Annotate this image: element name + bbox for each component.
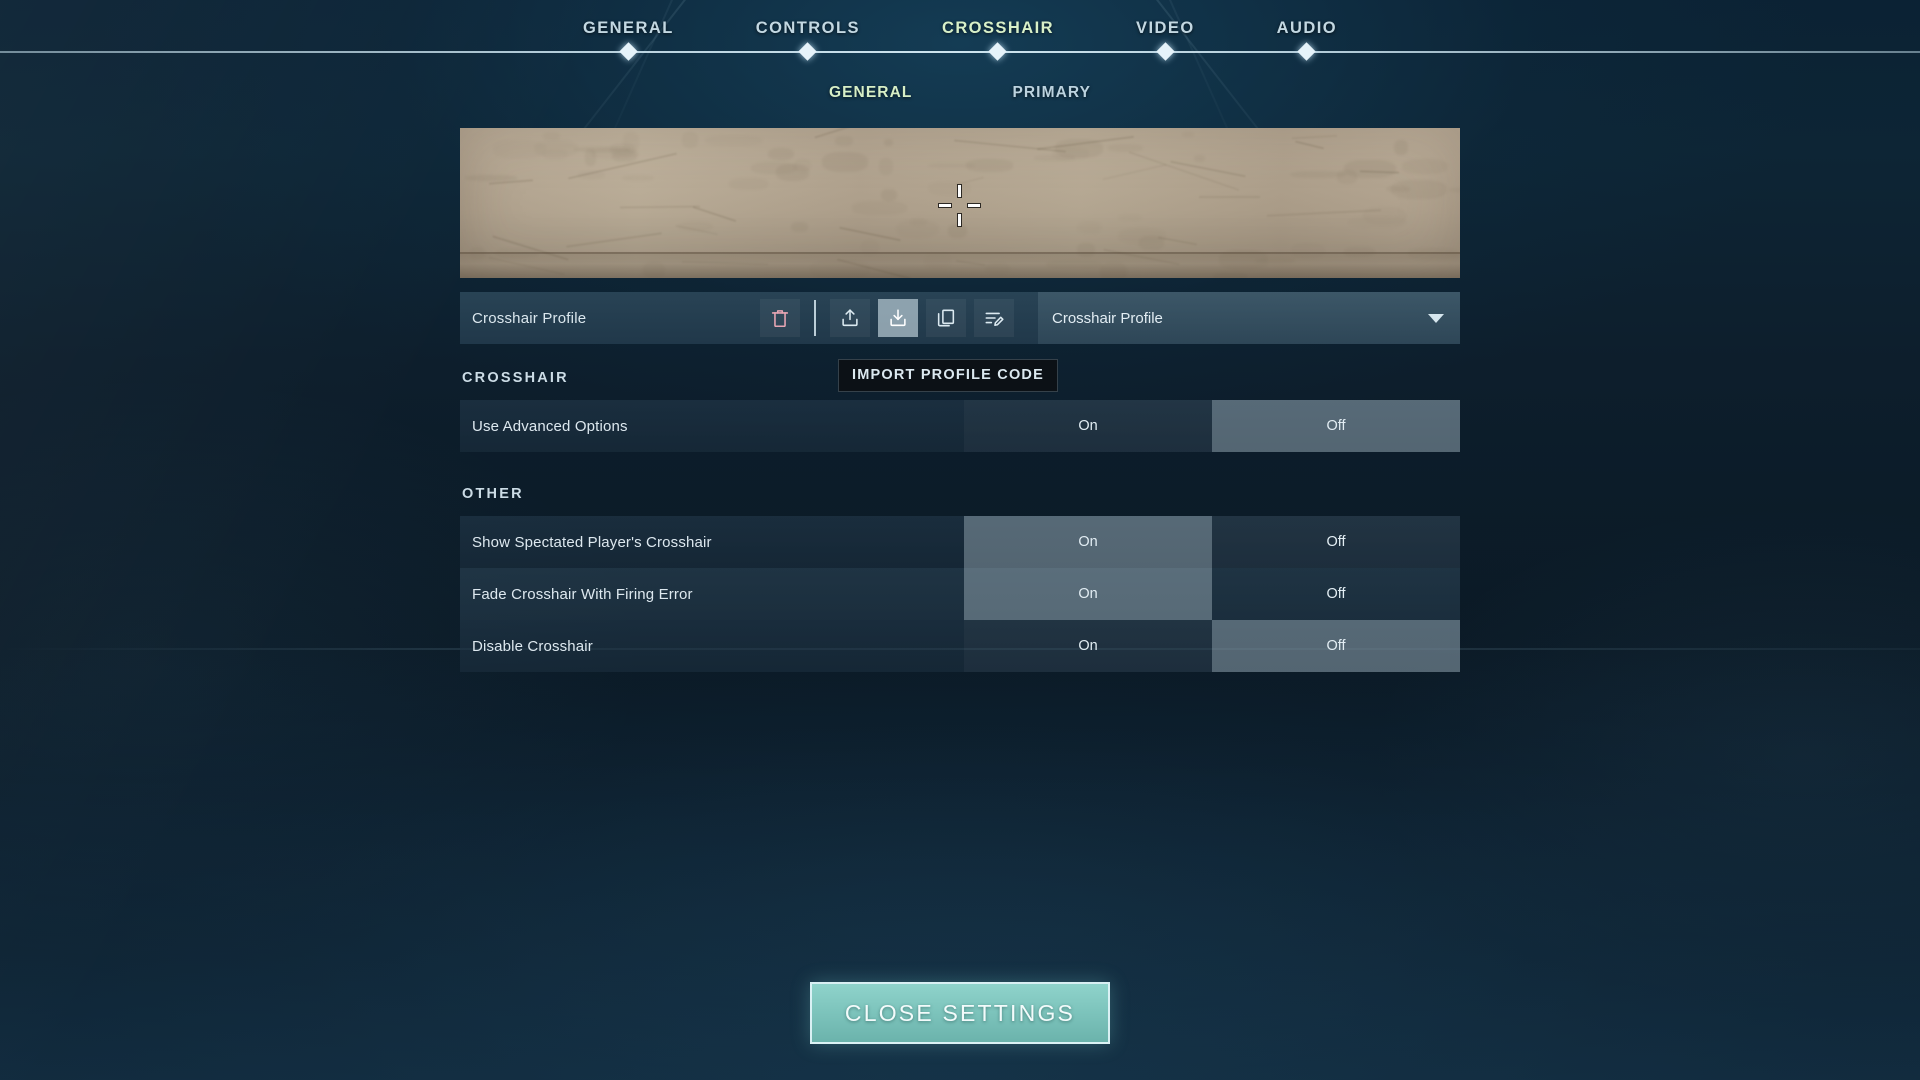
- section-rows-crosshair: Use Advanced Options On Off: [460, 400, 1460, 452]
- sub-tab-primary[interactable]: PRIMARY: [1012, 84, 1091, 102]
- section-title-other: OTHER: [462, 486, 524, 502]
- toggle-option-on[interactable]: On: [964, 620, 1212, 672]
- icon-separator: [814, 300, 816, 336]
- section-rows-other: Show Spectated Player's Crosshair On Off Fa…: [460, 516, 1460, 672]
- edit-list-icon: [985, 312, 1004, 327]
- toggle-option-off[interactable]: Off: [1212, 400, 1460, 452]
- main-tab-audio[interactable]: AUDIO: [1271, 17, 1343, 40]
- profile-bar-label: Crosshair Profile: [472, 309, 587, 327]
- chevron-down-icon: [1428, 313, 1444, 323]
- setting-row-label: Show Spectated Player's Crosshair: [472, 533, 712, 551]
- crosshair-profile-bar: Crosshair Profile Crosshair Profile: [460, 292, 1460, 344]
- close-settings-button[interactable]: CLOSE SETTINGS: [810, 982, 1110, 1044]
- main-tab-general[interactable]: GENERAL: [577, 17, 680, 40]
- setting-row-label: Use Advanced Options: [472, 417, 628, 435]
- toggle-option-on[interactable]: On: [964, 568, 1212, 620]
- main-tab-crosshair[interactable]: CROSSHAIR: [936, 17, 1060, 40]
- settings-screen: GENERAL CONTROLS CROSSHAIR VIDEO AUDIO GENER…: [0, 0, 1920, 1080]
- profile-select-dropdown[interactable]: Crosshair Profile: [1038, 292, 1460, 344]
- setting-row: Use Advanced Options On Off: [460, 400, 1460, 452]
- nav-underline: [0, 51, 1920, 53]
- main-tab-bar: GENERAL CONTROLS CROSSHAIR VIDEO AUDIO: [0, 0, 1920, 56]
- main-tab-video[interactable]: VIDEO: [1130, 17, 1201, 40]
- copy-icon: [937, 309, 955, 327]
- rename-profile-icon[interactable]: [974, 299, 1014, 337]
- duplicate-profile-icon[interactable]: [926, 299, 966, 337]
- settings-sections: CROSSHAIR Use Advanced Options On Off OTHER S…: [460, 370, 1460, 672]
- sub-tab-general[interactable]: GENERAL: [829, 84, 912, 102]
- setting-row-label: Disable Crosshair: [472, 637, 593, 655]
- crosshair-preview: [460, 128, 1460, 278]
- close-settings-label: CLOSE SETTINGS: [844, 999, 1076, 1026]
- toggle-option-on[interactable]: On: [964, 516, 1212, 568]
- trash-icon: [771, 310, 789, 328]
- toggle-option-off[interactable]: Off: [1212, 568, 1460, 620]
- import-profile-code-tooltip: IMPORT PROFILE CODE: [838, 359, 1058, 392]
- profile-select-value: Crosshair Profile: [1052, 309, 1163, 327]
- setting-row: Disable Crosshair On Off: [460, 620, 1460, 672]
- export-profile-icon[interactable]: [830, 299, 870, 337]
- setting-row-label: Fade Crosshair With Firing Error: [472, 585, 693, 603]
- delete-profile-icon[interactable]: [760, 299, 800, 337]
- sub-tab-bar: GENERAL PRIMARY: [0, 76, 1920, 110]
- main-tab-controls[interactable]: CONTROLS: [750, 17, 866, 40]
- setting-row: Fade Crosshair With Firing Error On Off: [460, 568, 1460, 620]
- toggle-option-on[interactable]: On: [964, 400, 1212, 452]
- upload-icon: [842, 309, 858, 327]
- settings-content: Crosshair Profile Crosshair Profile CROS…: [460, 128, 1460, 672]
- toggle-option-off[interactable]: Off: [1212, 620, 1460, 672]
- download-icon: [890, 309, 906, 327]
- setting-row: Show Spectated Player's Crosshair On Off: [460, 516, 1460, 568]
- profile-action-icons: [760, 299, 1014, 337]
- toggle-option-off[interactable]: Off: [1212, 516, 1460, 568]
- import-profile-code-icon[interactable]: [878, 299, 918, 337]
